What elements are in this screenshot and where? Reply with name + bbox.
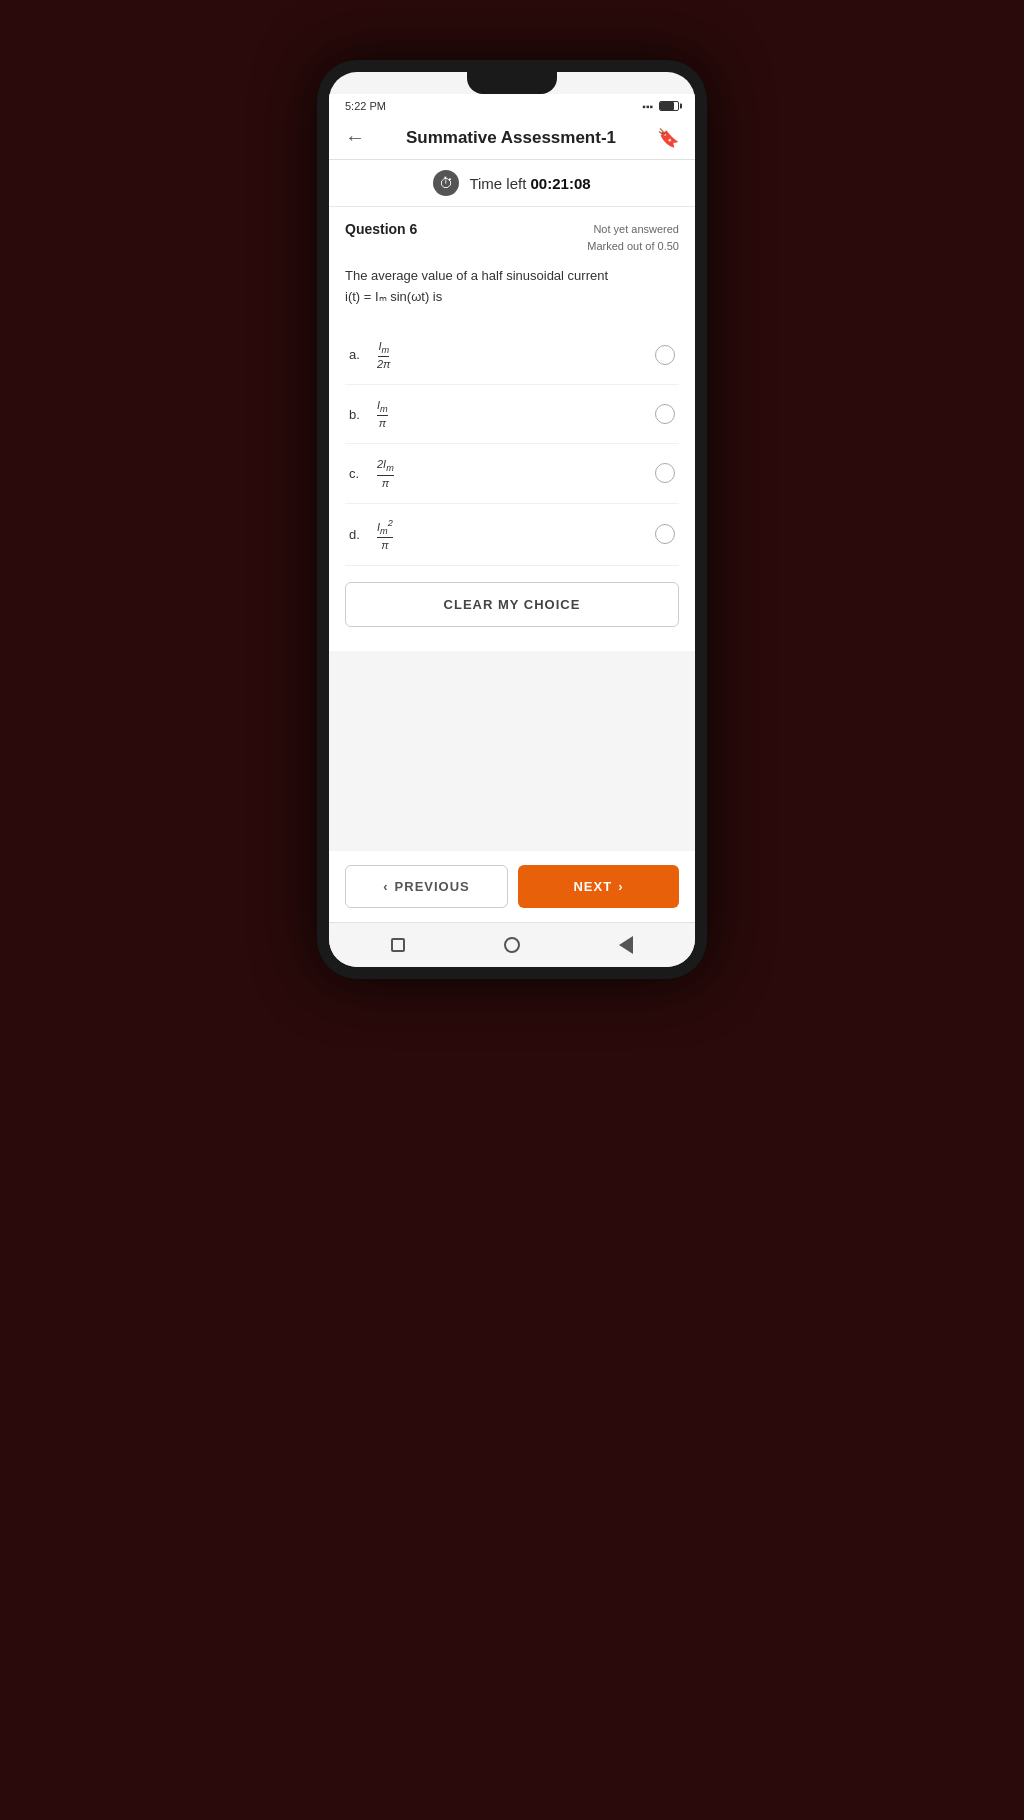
fraction-b: Im π (377, 399, 388, 429)
option-a-label: a. (349, 347, 365, 362)
fraction-a: Im 2π (377, 340, 391, 370)
battery-icon (659, 101, 679, 111)
bottom-nav-square[interactable] (388, 935, 408, 955)
home-icon (504, 937, 520, 953)
back-button[interactable]: ← (345, 126, 365, 149)
question-meta: Question 6 Not yet answered Marked out o… (345, 221, 679, 254)
clear-choice-button[interactable]: CLEAR MY CHOICE (345, 582, 679, 627)
phone-screen: 5:22 PM ▪▪▪ ← Summative Assessment-1 🔖 ⏱… (329, 72, 695, 967)
nav-buttons: ‹ PREVIOUS NEXT › (329, 851, 695, 922)
timer-label: Time left (469, 175, 526, 192)
numerator-d: Im2 (377, 518, 393, 538)
option-a[interactable]: a. Im 2π (345, 326, 679, 385)
bottom-nav-home[interactable] (502, 935, 522, 955)
status-icons: ▪▪▪ (642, 101, 679, 112)
bottom-nav (329, 922, 695, 967)
prev-label: PREVIOUS (395, 879, 470, 894)
option-a-left: a. Im 2π (349, 340, 391, 370)
next-label: NEXT (573, 879, 612, 894)
denominator-c: π (382, 476, 389, 489)
not-answered-text: Not yet answered (587, 221, 679, 238)
denominator-a: 2π (377, 357, 391, 370)
question-line2: i(t) = Iₘ sin(ωt) is (345, 287, 679, 308)
timer-text: Time left 00:21:08 (469, 175, 590, 192)
option-c-label: c. (349, 466, 365, 481)
radio-c[interactable] (655, 463, 675, 483)
marks-text: Marked out of 0.50 (587, 238, 679, 255)
question-status: Not yet answered Marked out of 0.50 (587, 221, 679, 254)
fraction-c: 2Im π (377, 458, 394, 488)
bookmark-icon[interactable]: 🔖 (657, 127, 679, 149)
radio-b[interactable] (655, 404, 675, 424)
option-b-label: b. (349, 407, 365, 422)
timer-value: 00:21:08 (531, 175, 591, 192)
denominator-b: π (379, 416, 386, 429)
radio-a[interactable] (655, 345, 675, 365)
numerator-a: Im (378, 340, 389, 357)
option-b-formula: Im π (377, 399, 388, 429)
next-icon: › (618, 879, 623, 894)
question-area: Question 6 Not yet answered Marked out o… (329, 207, 695, 651)
timer-bar: ⏱ Time left 00:21:08 (329, 160, 695, 207)
options-list: a. Im 2π b. (345, 326, 679, 566)
radio-d[interactable] (655, 524, 675, 544)
option-d-label: d. (349, 527, 365, 542)
numerator-b: Im (377, 399, 388, 416)
prev-icon: ‹ (383, 879, 388, 894)
option-a-formula: Im 2π (377, 340, 391, 370)
status-time: 5:22 PM (345, 100, 386, 112)
option-b-left: b. Im π (349, 399, 388, 429)
question-label: Question 6 (345, 221, 417, 237)
question-line1: The average value of a half sinusoidal c… (345, 266, 679, 287)
fraction-d: Im2 π (377, 518, 393, 551)
numerator-c: 2Im (377, 458, 394, 475)
option-c-formula: 2Im π (377, 458, 394, 488)
option-d-formula: Im2 π (377, 518, 393, 551)
option-d-left: d. Im2 π (349, 518, 393, 551)
bottom-nav-back[interactable] (616, 935, 636, 955)
back-icon (619, 936, 633, 954)
timer-icon: ⏱ (433, 170, 459, 196)
phone-container: 5:22 PM ▪▪▪ ← Summative Assessment-1 🔖 ⏱… (317, 60, 707, 979)
next-button[interactable]: NEXT › (518, 865, 679, 908)
app-header: ← Summative Assessment-1 🔖 (329, 116, 695, 160)
option-d[interactable]: d. Im2 π (345, 504, 679, 566)
content-area (329, 651, 695, 851)
phone-notch (467, 72, 557, 94)
status-bar: 5:22 PM ▪▪▪ (329, 94, 695, 116)
battery-fill (660, 102, 674, 110)
header-title: Summative Assessment-1 (406, 128, 616, 148)
question-text: The average value of a half sinusoidal c… (345, 266, 679, 308)
option-c[interactable]: c. 2Im π (345, 444, 679, 503)
option-c-left: c. 2Im π (349, 458, 394, 488)
square-icon (391, 938, 405, 952)
option-b[interactable]: b. Im π (345, 385, 679, 444)
signal-icon: ▪▪▪ (642, 101, 653, 112)
previous-button[interactable]: ‹ PREVIOUS (345, 865, 508, 908)
denominator-d: π (381, 538, 388, 551)
